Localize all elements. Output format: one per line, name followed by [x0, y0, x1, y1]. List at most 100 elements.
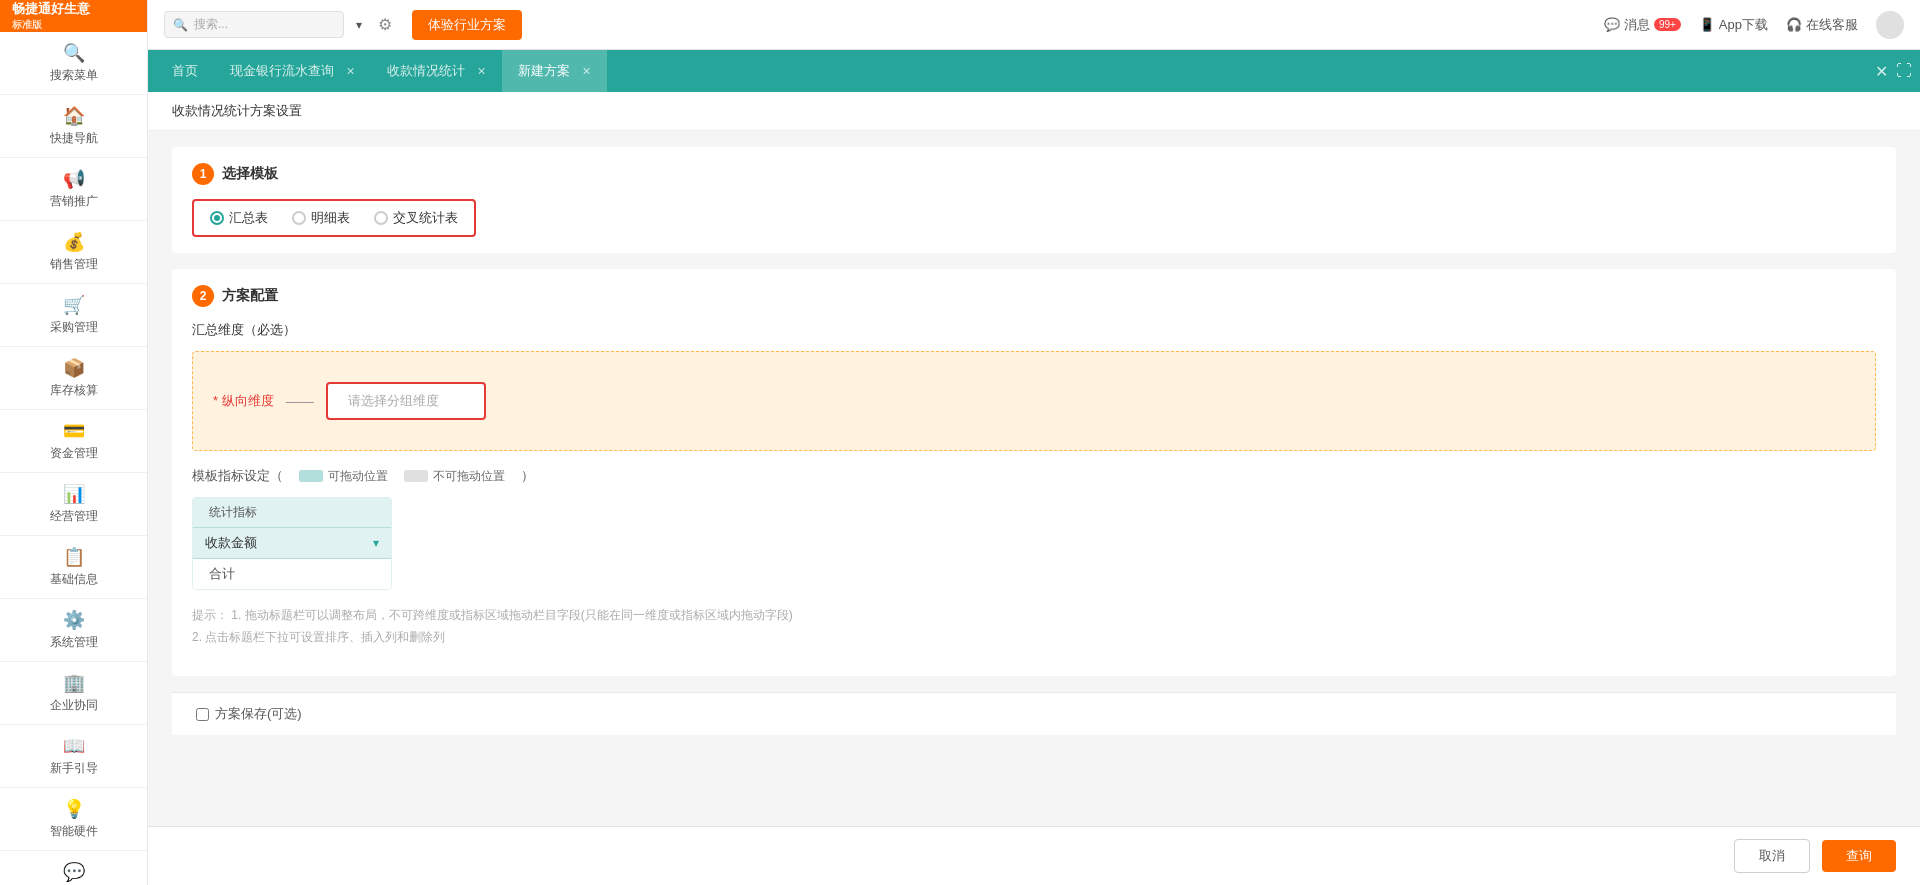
- sidebar-item-6[interactable]: 💳 资金管理: [0, 410, 147, 473]
- sidebar-icon-9: ⚙️: [63, 609, 85, 631]
- query-button[interactable]: 查询: [1822, 840, 1896, 872]
- download-item[interactable]: 📱 App下载: [1699, 16, 1768, 34]
- trial-button[interactable]: 体验行业方案: [412, 10, 522, 40]
- topbar: 🔍 搜索... ▾ ⚙ 体验行业方案 💬 消息 99+ 📱 App下载 🎧 在线…: [148, 0, 1920, 50]
- metrics-table: 统计指标 收款金额 ▾ 合计: [192, 497, 392, 590]
- sidebar-item-7[interactable]: 📊 经营管理: [0, 473, 147, 536]
- sidebar-item-2[interactable]: 📢 营销推广: [0, 158, 147, 221]
- notification-item[interactable]: 💬 消息 99+: [1604, 16, 1681, 34]
- sidebar-item-11[interactable]: 📖 新手引导: [0, 725, 147, 788]
- dimension-row-label: * 纵向维度: [213, 392, 274, 410]
- sidebar-icon-10: 🏢: [63, 672, 85, 694]
- tab-close-1[interactable]: ✕: [346, 65, 355, 78]
- close-window-icon[interactable]: ✕: [1875, 62, 1888, 81]
- sidebar-label-4: 采购管理: [50, 319, 98, 336]
- topbar-search[interactable]: 🔍 搜索...: [164, 11, 344, 38]
- download-label: App下载: [1719, 16, 1768, 34]
- template-options: 汇总表 明细表 交叉统计表: [192, 199, 476, 237]
- dimension-label: 汇总维度（必选）: [192, 321, 1876, 339]
- legend-draggable-color: [299, 470, 323, 482]
- radio-label-2: 交叉统计表: [393, 209, 458, 227]
- sidebar-item-9[interactable]: ⚙️ 系统管理: [0, 599, 147, 662]
- nav-tab-label-1: 现金银行流水查询: [230, 62, 334, 80]
- legend-fixed: 不可拖动位置: [404, 468, 505, 485]
- metrics-header: 模板指标设定（ 可拖动位置 不可拖动位置 ）: [192, 467, 1876, 485]
- sidebar-item-1[interactable]: 🏠 快捷导航: [0, 95, 147, 158]
- sidebar-icon-2: 📢: [63, 168, 85, 190]
- sidebar-item-3[interactable]: 💰 销售管理: [0, 221, 147, 284]
- sidebar-icon-13: 💬: [63, 861, 85, 883]
- radio-label-1: 明细表: [311, 209, 350, 227]
- step1-number: 1: [192, 163, 214, 185]
- sidebar-item-5[interactable]: 📦 库存核算: [0, 347, 147, 410]
- page-title: 收款情况统计方案设置: [172, 103, 302, 118]
- app-version: 标准版: [12, 18, 90, 32]
- sidebar-label-3: 销售管理: [50, 256, 98, 273]
- nav-tabs-actions: ✕ ⛶: [1875, 62, 1912, 81]
- sidebar-label-11: 新手引导: [50, 760, 98, 777]
- service-label: 在线客服: [1806, 16, 1858, 34]
- service-icon: 🎧: [1786, 17, 1802, 32]
- metrics-total: 合计: [193, 559, 391, 589]
- footer-bar: 取消 查询: [148, 826, 1920, 885]
- sidebar-icon-6: 💳: [63, 420, 85, 442]
- sidebar-label-9: 系统管理: [50, 634, 98, 651]
- topbar-right: 💬 消息 99+ 📱 App下载 🎧 在线客服: [1604, 11, 1904, 39]
- sidebar-icon-3: 💰: [63, 231, 85, 253]
- nav-tab-label-2: 收款情况统计: [387, 62, 465, 80]
- dimension-select[interactable]: 请选择分组维度: [326, 382, 486, 420]
- legend-fixed-label: 不可拖动位置: [433, 468, 505, 485]
- sidebar-label-8: 基础信息: [50, 571, 98, 588]
- nav-tab-2[interactable]: 收款情况统计 ✕: [371, 50, 502, 92]
- service-item[interactable]: 🎧 在线客服: [1786, 16, 1858, 34]
- sidebar-icon-12: 💡: [63, 798, 85, 820]
- step1-title: 选择模板: [222, 165, 278, 183]
- tab-close-2[interactable]: ✕: [477, 65, 486, 78]
- radio-dot-2: [374, 211, 388, 225]
- dimension-arrow: ——: [286, 393, 314, 409]
- dimension-area: * 纵向维度 —— 请选择分组维度: [192, 351, 1876, 451]
- save-checkbox[interactable]: [196, 708, 209, 721]
- topbar-dropdown[interactable]: ▾: [356, 18, 362, 32]
- radio-dot-0: [210, 211, 224, 225]
- tip-line2: 2. 点击标题栏下拉可设置排序、插入列和删除列: [192, 627, 1876, 649]
- maximize-icon[interactable]: ⛶: [1896, 62, 1912, 80]
- sidebar-icon-11: 📖: [63, 735, 85, 757]
- sidebar-icon-1: 🏠: [63, 105, 85, 127]
- legend-draggable-label: 可拖动位置: [328, 468, 388, 485]
- step2-number: 2: [192, 285, 214, 307]
- sidebar-item-10[interactable]: 🏢 企业协同: [0, 662, 147, 725]
- sidebar-label-12: 智能硬件: [50, 823, 98, 840]
- sidebar-item-0[interactable]: 🔍 搜索菜单: [0, 32, 147, 95]
- notification-label: 消息: [1624, 16, 1650, 34]
- tab-close-3[interactable]: ✕: [582, 65, 591, 78]
- sidebar-label-7: 经营管理: [50, 508, 98, 525]
- save-checkbox-label[interactable]: 方案保存(可选): [196, 705, 302, 723]
- metrics-cell-dropdown-icon[interactable]: ▾: [373, 536, 379, 550]
- sidebar-icon-7: 📊: [63, 483, 85, 505]
- sidebar-label-10: 企业协同: [50, 697, 98, 714]
- template-option-2[interactable]: 交叉统计表: [374, 209, 458, 227]
- page-content: 收款情况统计方案设置 1 选择模板 汇总表 明细表 交叉统计表: [148, 92, 1920, 826]
- download-icon: 📱: [1699, 17, 1715, 32]
- topbar-settings-icon[interactable]: ⚙: [378, 15, 392, 34]
- nav-tab-label-3: 新建方案: [518, 62, 570, 80]
- sidebar-item-4[interactable]: 🛒 采购管理: [0, 284, 147, 347]
- page-header: 收款情况统计方案设置: [148, 92, 1920, 131]
- nav-tab-1[interactable]: 现金银行流水查询 ✕: [214, 50, 371, 92]
- nav-tab-3[interactable]: 新建方案 ✕: [502, 50, 607, 92]
- notification-icon: 💬: [1604, 17, 1620, 32]
- metrics-cell-amount[interactable]: 收款金额 ▾: [193, 528, 391, 559]
- sidebar-icon-0: 🔍: [63, 42, 85, 64]
- sidebar-item-13[interactable]: 💬 企业微信: [0, 851, 147, 885]
- step1-section: 1 选择模板 汇总表 明细表 交叉统计表: [172, 147, 1896, 253]
- avatar[interactable]: [1876, 11, 1904, 39]
- nav-tab-0[interactable]: 首页: [156, 50, 214, 92]
- sidebar-item-8[interactable]: 📋 基础信息: [0, 536, 147, 599]
- template-option-0[interactable]: 汇总表: [210, 209, 268, 227]
- radio-label-0: 汇总表: [229, 209, 268, 227]
- legend-fixed-color: [404, 470, 428, 482]
- template-option-1[interactable]: 明细表: [292, 209, 350, 227]
- sidebar-item-12[interactable]: 💡 智能硬件: [0, 788, 147, 851]
- cancel-button[interactable]: 取消: [1734, 839, 1810, 873]
